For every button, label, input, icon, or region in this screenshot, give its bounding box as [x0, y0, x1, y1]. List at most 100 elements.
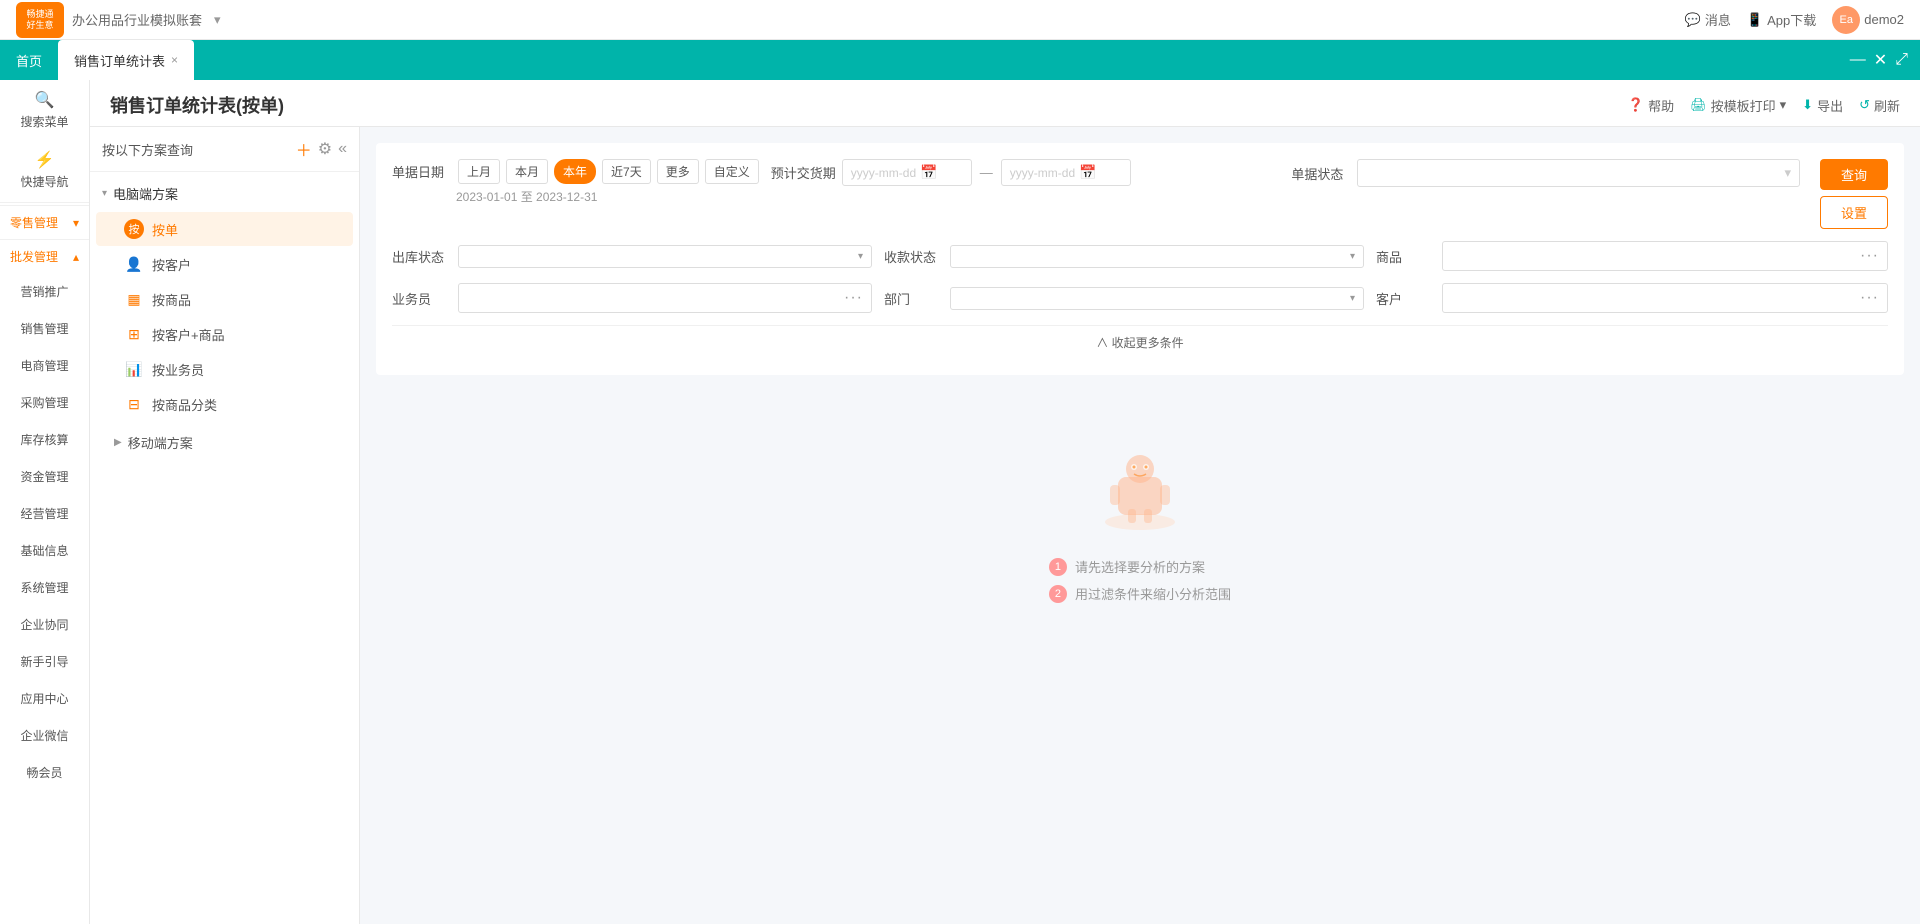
business-group: 业务员 ··· — [392, 283, 872, 313]
expected-date-group: 预计交货期 yyyy-mm-dd 📅 — yyyy-mm-dd 📅 — [771, 159, 1280, 186]
scheme-item-by-salesperson[interactable]: 📊 按业务员 — [96, 352, 353, 386]
sidebar-item-marketing[interactable]: 营销推广 — [0, 273, 89, 310]
business-select[interactable]: ··· — [458, 283, 872, 313]
settings-button[interactable]: 设置 — [1820, 196, 1888, 229]
sidebar-item-wecom[interactable]: 企业微信 — [0, 717, 89, 754]
sidebar-item-basic[interactable]: 基础信息 — [0, 532, 89, 569]
expected-date-start[interactable]: yyyy-mm-dd 📅 — [842, 159, 972, 186]
scheme-item-by-order[interactable]: 按 按单 — [96, 212, 353, 246]
scheme-group-pc-header[interactable]: ▾ 电脑端方案 — [90, 176, 359, 211]
print-dropdown-icon: ▾ — [1780, 97, 1787, 113]
filter-row-1: 单据日期 上月 本月 本年 近7天 更多 自定义 2023-01-01 至 20… — [392, 159, 1888, 229]
scheme-item-by-customer-goods[interactable]: ⊞ 按客户+商品 — [96, 317, 353, 351]
empty-state-tips: 1 请先选择要分析的方案 2 用过滤条件来缩小分析范围 — [1049, 557, 1231, 603]
doc-status-select[interactable]: ▾ — [1357, 159, 1800, 187]
user-menu[interactable]: Ea demo2 — [1832, 6, 1904, 34]
scheme-item-by-goods[interactable]: ▦ 按商品 — [96, 282, 353, 316]
search-icon: 🔍 — [35, 90, 55, 110]
maximize-icon[interactable]: ⤢ — [1895, 51, 1908, 69]
date-range-display: 2023-01-01 至 2023-12-31 — [392, 188, 759, 205]
refresh-icon: ↺ — [1859, 97, 1870, 113]
category-scheme-icon: ⊟ — [124, 394, 144, 414]
tab-close-icon[interactable]: × — [171, 53, 178, 67]
sidebar-item-corp[interactable]: 企业协同 — [0, 606, 89, 643]
sidebar-item-finance[interactable]: 资金管理 — [0, 458, 89, 495]
add-scheme-icon[interactable]: ＋ — [296, 137, 312, 161]
group-expand-icon: ▾ — [102, 188, 107, 199]
dept-group: 部门 ▾ — [884, 287, 1364, 310]
empty-state: 1 请先选择要分析的方案 2 用过滤条件来缩小分析范围 — [376, 387, 1904, 663]
sidebar-item-purchase[interactable]: 采购管理 — [0, 384, 89, 421]
empty-robot-svg — [1090, 447, 1190, 537]
nav-tabs: 首页 销售订单统计表 × — ✕ ⤢ — [0, 40, 1920, 80]
date-btn-this-year[interactable]: 本年 — [554, 159, 596, 184]
sidebar-item-system[interactable]: 系统管理 — [0, 569, 89, 606]
top-bar-dropdown-icon[interactable]: ▾ — [214, 12, 221, 28]
out-status-dropdown-icon: ▾ — [858, 251, 863, 262]
scheme-group-mobile[interactable]: ▶ 移动端方案 — [90, 426, 359, 459]
wholesale-arrow-icon: ▴ — [73, 250, 79, 264]
sidebar-shortcut[interactable]: ⚡ 快捷导航 — [0, 140, 89, 200]
message-icon: 💬 — [1685, 12, 1701, 28]
out-status-select[interactable]: ▾ — [458, 245, 872, 268]
filter-actions: 查询 设置 — [1820, 159, 1888, 229]
tab-home[interactable]: 首页 — [0, 40, 58, 80]
goods-select[interactable]: ··· — [1442, 241, 1888, 271]
date-separator: — — [980, 165, 993, 180]
page-header: 销售订单统计表(按单) ❓ 帮助 🖨 按模板打印 ▾ ⬇ 导出 ↺ 刷新 — [90, 80, 1920, 127]
goods-scheme-icon: ▦ — [124, 289, 144, 309]
date-btns-row: 单据日期 上月 本月 本年 近7天 更多 自定义 — [392, 159, 759, 184]
top-bar: 畅捷通 好生意 办公用品行业模拟账套 ▾ 💬 消息 📱 App下载 Ea dem… — [0, 0, 1920, 40]
sidebar-item-appstore[interactable]: 应用中心 — [0, 680, 89, 717]
export-button[interactable]: ⬇ 导出 — [1802, 96, 1843, 115]
date-btn-this-month[interactable]: 本月 — [506, 159, 548, 184]
message-button[interactable]: 💬 消息 — [1685, 10, 1731, 29]
collapse-bar[interactable]: ∧ 收起更多条件 — [392, 325, 1888, 359]
query-button[interactable]: 查询 — [1820, 159, 1888, 190]
help-icon: ❓ — [1628, 97, 1644, 113]
customer-more-icon[interactable]: ··· — [1860, 289, 1879, 307]
dept-select[interactable]: ▾ — [950, 287, 1364, 310]
collapse-panel-icon[interactable]: « — [338, 140, 347, 158]
scheme-item-by-customer[interactable]: 👤 按客户 — [96, 247, 353, 281]
help-button[interactable]: ❓ 帮助 — [1628, 96, 1674, 115]
print-icon: 🖨 — [1690, 97, 1707, 113]
sidebar-item-wholesale[interactable]: 批发管理 ▴ — [0, 239, 89, 273]
sidebar-item-sales[interactable]: 销售管理 — [0, 310, 89, 347]
sidebar-item-inventory[interactable]: 库存核算 — [0, 421, 89, 458]
business-more-icon[interactable]: ··· — [844, 289, 863, 307]
sidebar-item-guide[interactable]: 新手引导 — [0, 643, 89, 680]
sidebar-item-retail[interactable]: 零售管理 ▾ — [0, 205, 89, 239]
scheme-item-by-category[interactable]: ⊟ 按商品分类 — [96, 387, 353, 421]
top-bar-left: 畅捷通 好生意 办公用品行业模拟账套 ▾ — [16, 2, 221, 38]
print-button[interactable]: 🖨 按模板打印 ▾ — [1690, 96, 1786, 115]
app-download-button[interactable]: 📱 App下载 — [1747, 10, 1816, 29]
out-status-group: 出库状态 ▾ — [392, 245, 872, 268]
settings-scheme-icon[interactable]: ⚙ — [318, 139, 332, 159]
collect-status-select[interactable]: ▾ — [950, 245, 1364, 268]
calendar-start-icon: 📅 — [920, 164, 937, 181]
right-panel: 单据日期 上月 本月 本年 近7天 更多 自定义 2023-01-01 至 20… — [360, 127, 1920, 924]
date-btn-last-month[interactable]: 上月 — [458, 159, 500, 184]
sidebar-item-ecommerce[interactable]: 电商管理 — [0, 347, 89, 384]
date-btn-7days[interactable]: 近7天 — [602, 159, 651, 184]
page-header-actions: ❓ 帮助 🖨 按模板打印 ▾ ⬇ 导出 ↺ 刷新 — [1628, 96, 1900, 115]
customer-group: 客户 ··· — [1376, 283, 1888, 313]
customer-select[interactable]: ··· — [1442, 283, 1888, 313]
empty-state-image — [1090, 447, 1190, 537]
minimize-icon[interactable]: — — [1850, 51, 1866, 69]
goods-more-icon[interactable]: ··· — [1860, 247, 1879, 265]
retail-arrow-icon: ▾ — [73, 216, 79, 230]
expected-date-end[interactable]: yyyy-mm-dd 📅 — [1001, 159, 1131, 186]
close-window-icon[interactable]: ✕ — [1874, 50, 1887, 70]
date-btn-more[interactable]: 更多 — [657, 159, 699, 184]
mobile-group-expand-icon: ▶ — [114, 437, 122, 448]
left-panel-header: 按以下方案查询 ＋ ⚙ « — [90, 127, 359, 172]
sidebar-search[interactable]: 🔍 搜索菜单 — [0, 80, 89, 140]
sidebar-item-operation[interactable]: 经营管理 — [0, 495, 89, 532]
goods-group: 商品 ··· — [1376, 241, 1888, 271]
sidebar-item-member[interactable]: 畅会员 — [0, 754, 89, 791]
refresh-button[interactable]: ↺ 刷新 — [1859, 96, 1900, 115]
date-btn-custom[interactable]: 自定义 — [705, 159, 759, 184]
tab-sales-order-stats[interactable]: 销售订单统计表 × — [58, 40, 194, 80]
